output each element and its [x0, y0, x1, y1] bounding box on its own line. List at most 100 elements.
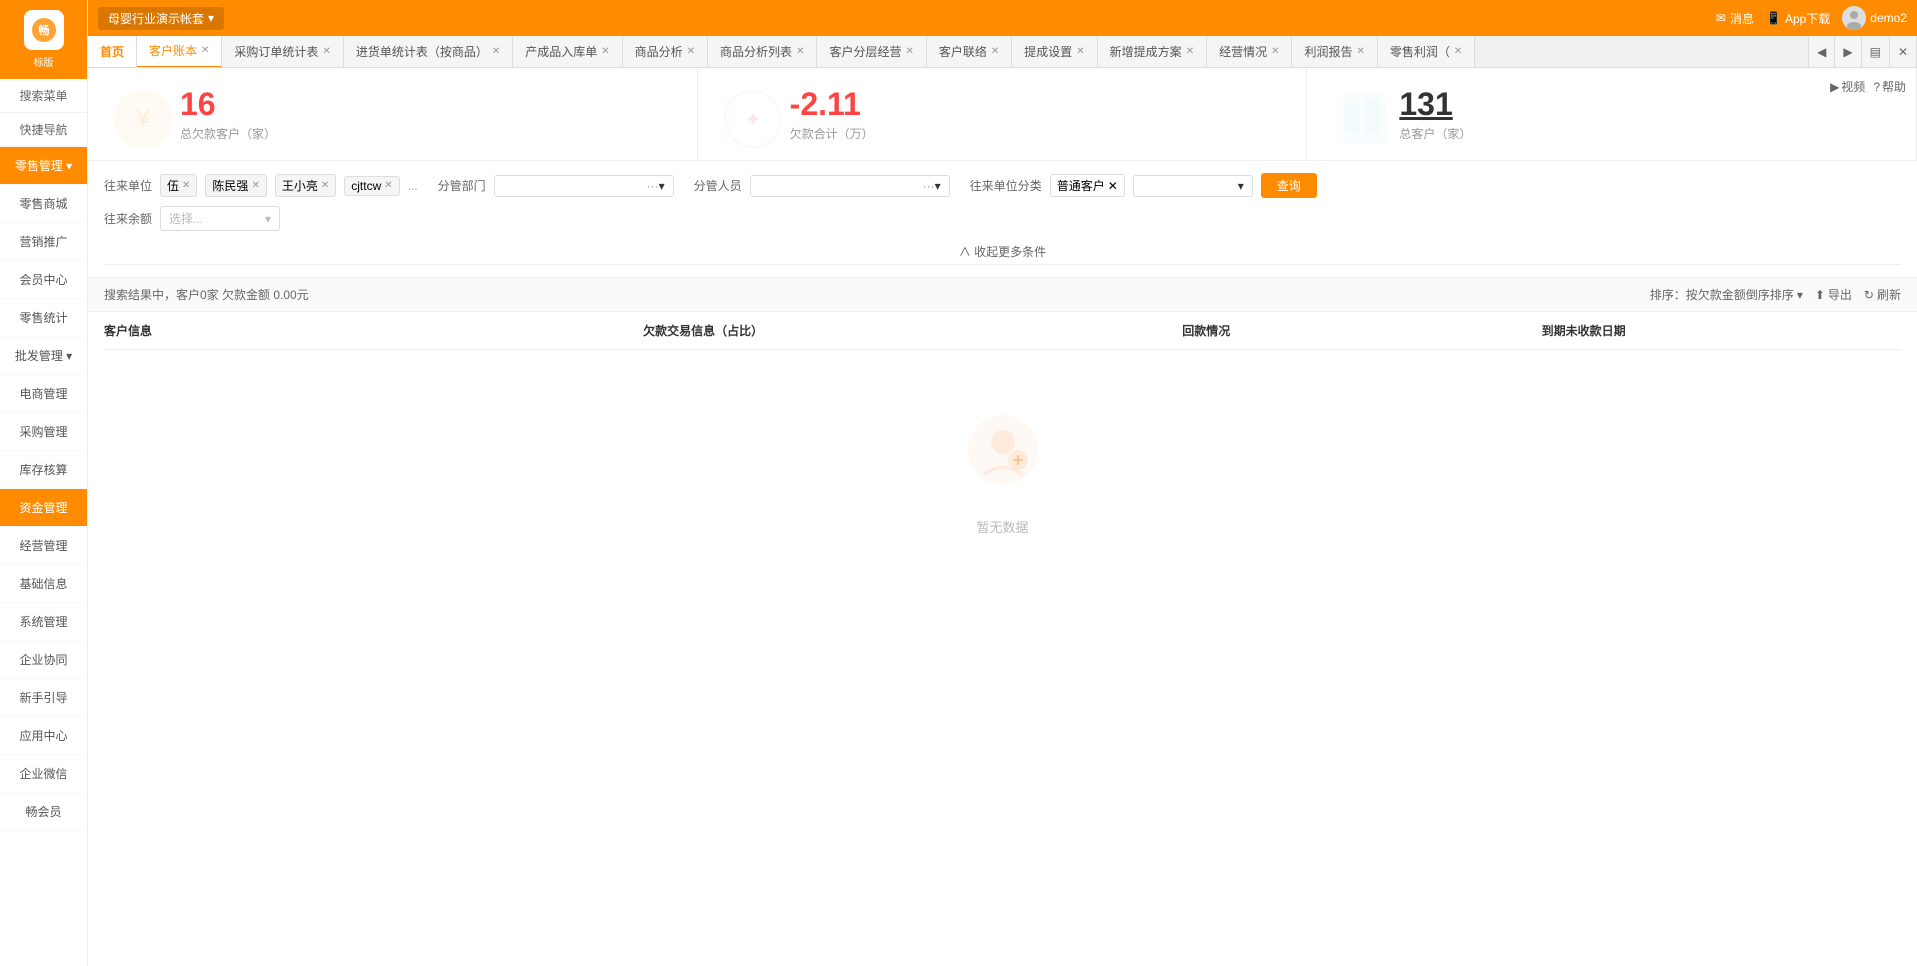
tab-operations-close[interactable]: ✕	[1271, 46, 1279, 57]
tab-purchase-order[interactable]: 采购订单统计表 ✕	[222, 36, 343, 68]
result-bar: 搜索结果中，客户0家 欠款金额 0.00元 排序：按欠款金额倒序排序 ▾ ⬆ 导…	[88, 278, 1917, 312]
sort-icon[interactable]: ▾	[1797, 288, 1803, 302]
sidebar-item-member-pro[interactable]: 畅会员	[0, 793, 87, 831]
sidebar-item-operations[interactable]: 经营管理	[0, 527, 87, 565]
filter-tag-unit-2-remove[interactable]: ✕	[251, 180, 259, 191]
filter-more-btn[interactable]: ...	[408, 179, 418, 193]
logo-text: 标版	[34, 54, 54, 69]
video-action-btn[interactable]: ▶ 视频	[1830, 78, 1865, 95]
message-btn[interactable]: ✉ 消息	[1716, 10, 1754, 27]
result-actions: 排序：按欠款金额倒序排序 ▾ ⬆ 导出 ↻ 刷新	[1650, 286, 1901, 303]
balance-filter-label: 往来余额	[104, 210, 152, 227]
tab-improve-settings[interactable]: 提成设置 ✕	[1012, 36, 1097, 68]
collapse-btn[interactable]: ∧ 收起更多条件	[959, 245, 1046, 259]
export-btn[interactable]: ⬆ 导出	[1815, 286, 1852, 303]
topbar-right: ✉ 消息 📱 App下载 demo2	[1716, 6, 1907, 30]
tab-inbound-stats[interactable]: 进货单统计表（按商品） ✕	[344, 36, 513, 68]
unit-type-select[interactable]: ▾	[1133, 175, 1253, 197]
help-action-btn[interactable]: ? 帮助	[1873, 78, 1906, 95]
tab-next-btn[interactable]: ▶	[1835, 36, 1861, 68]
tab-profit-report[interactable]: 利润报告 ✕	[1292, 36, 1377, 68]
tab-product-list[interactable]: 商品分析列表 ✕	[708, 36, 817, 68]
filter-tag-unit-1-remove[interactable]: ✕	[182, 180, 190, 191]
tab-expand-btn[interactable]: ▤	[1862, 36, 1890, 68]
sidebar-item-finance[interactable]: 资金管理	[0, 489, 87, 527]
message-label: 消息	[1730, 10, 1754, 27]
filter-tag-unit-type-remove[interactable]: ✕	[1108, 179, 1118, 193]
tab-home[interactable]: 首页	[88, 36, 137, 68]
balance-filter-select[interactable]: 选择... ▾	[160, 206, 280, 231]
tab-product-analysis[interactable]: 商品分析 ✕	[623, 36, 708, 68]
filter-tag-unit-4-remove[interactable]: ✕	[384, 180, 392, 191]
collapse-row: ∧ 收起更多条件	[104, 239, 1901, 265]
empty-state: 暂无数据	[104, 350, 1901, 596]
table-col-repayment: 回款情况	[1182, 322, 1541, 339]
tab-retail-profit-label: 零售利润（	[1390, 43, 1450, 60]
sidebar-item-member[interactable]: 会员中心	[0, 261, 87, 299]
user-menu-btn[interactable]: demo2	[1842, 6, 1907, 30]
tab-inbound-close[interactable]: ✕	[492, 46, 500, 57]
balance-select-placeholder: 选择...	[169, 210, 203, 227]
tab-prev-btn[interactable]: ◀	[1809, 36, 1835, 68]
stat-customers-label: 总欠款客户（家）	[180, 125, 276, 142]
stat-card-total: 131 总客户（家） ▶ 视频 ? 帮助	[1307, 68, 1917, 160]
help-label: 帮助	[1882, 78, 1906, 95]
sidebar-item-inventory[interactable]: 库存核算	[0, 451, 87, 489]
video-label: 视频	[1841, 78, 1865, 95]
tab-customer-contact-close[interactable]: ✕	[991, 46, 999, 57]
tab-new-improve[interactable]: 新增提成方案 ✕	[1098, 36, 1207, 68]
tab-purchase-close[interactable]: ✕	[322, 46, 330, 57]
sidebar-item-marketing[interactable]: 营销推广	[0, 223, 87, 261]
tab-cost-inbound[interactable]: 产成品入库单 ✕	[513, 36, 622, 68]
app-download-btn[interactable]: 📱 App下载	[1766, 10, 1830, 27]
sidebar-item-basic-info[interactable]: 基础信息	[0, 565, 87, 603]
table-col-customer: 客户信息	[104, 322, 643, 339]
tab-customer-contact[interactable]: 客户联络 ✕	[927, 36, 1012, 68]
sidebar-item-system[interactable]: 系统管理	[0, 603, 87, 641]
sidebar-item-purchase[interactable]: 采购管理	[0, 413, 87, 451]
query-btn[interactable]: 查询	[1261, 173, 1317, 198]
tab-product-close[interactable]: ✕	[687, 46, 695, 57]
sidebar-item-retail-mgmt[interactable]: 零售管理 ▾	[0, 147, 87, 185]
result-info: 搜索结果中，客户0家 欠款金额 0.00元	[104, 286, 309, 303]
sidebar-search[interactable]: 搜索菜单	[0, 79, 87, 113]
tab-new-improve-close[interactable]: ✕	[1186, 46, 1194, 57]
filter-tag-unit-type-label: 普通客户	[1057, 177, 1105, 194]
filter-tag-unit-4-label: cjttcw	[351, 179, 381, 193]
filter-tag-unit-3-label: 王小亮	[282, 177, 318, 194]
tab-customer-segment-close[interactable]: ✕	[905, 46, 913, 57]
dept-filter-label: 分管部门	[438, 177, 486, 194]
tab-accounts[interactable]: 客户账本 ✕	[137, 36, 222, 68]
filter-area: 往来单位 伍 ✕ 陈民强 ✕ 王小亮 ✕ cjttcw ✕ ...	[88, 161, 1917, 278]
sidebar-logo[interactable]: 畅 标版	[0, 0, 87, 79]
sidebar-item-ecommerce[interactable]: 电商管理	[0, 375, 87, 413]
tab-retail-profit[interactable]: 零售利润（ ✕	[1378, 36, 1475, 68]
sidebar-item-newbie[interactable]: 新手引导	[0, 679, 87, 717]
table-header: 客户信息 欠款交易信息（占比） 回款情况 到期未收款日期	[104, 312, 1901, 350]
refresh-btn[interactable]: ↻ 刷新	[1864, 286, 1901, 303]
tab-accounts-close[interactable]: ✕	[201, 45, 209, 56]
tab-cost-close[interactable]: ✕	[601, 46, 609, 57]
sidebar-item-retail-stats[interactable]: 零售统计	[0, 299, 87, 337]
help-icon: ?	[1873, 80, 1880, 94]
tab-improve-close[interactable]: ✕	[1076, 46, 1084, 57]
tab-retail-profit-close[interactable]: ✕	[1454, 46, 1462, 57]
sidebar-item-wholesale[interactable]: 批发管理 ▾	[0, 337, 87, 375]
tab-inbound-label: 进货单统计表（按商品）	[356, 43, 488, 60]
tab-profit-close[interactable]: ✕	[1357, 46, 1365, 57]
sidebar-item-retail-mall[interactable]: 零售商城	[0, 185, 87, 223]
person-filter-select[interactable]: ··· ▾	[750, 175, 950, 197]
tab-customer-segment[interactable]: 客户分层经营 ✕	[817, 36, 926, 68]
sidebar-item-corp-wechat[interactable]: 企业微信	[0, 755, 87, 793]
sidebar-item-app-center[interactable]: 应用中心	[0, 717, 87, 755]
account-selector[interactable]: 母婴行业演示帐套 ▾	[98, 7, 224, 30]
tab-close-all-btn[interactable]: ✕	[1890, 36, 1917, 68]
tab-purchase-order-label: 采购订单统计表	[234, 43, 318, 60]
sidebar-quick-nav[interactable]: 快捷导航	[0, 113, 87, 147]
tab-product-list-close[interactable]: ✕	[796, 46, 804, 57]
filter-tag-unit-3-remove[interactable]: ✕	[321, 180, 329, 191]
dept-filter-select[interactable]: ··· ▾	[494, 175, 674, 197]
tab-operations[interactable]: 经营情况 ✕	[1207, 36, 1292, 68]
svg-text:畅: 畅	[38, 23, 49, 37]
sidebar-item-corp-collab[interactable]: 企业协同	[0, 641, 87, 679]
